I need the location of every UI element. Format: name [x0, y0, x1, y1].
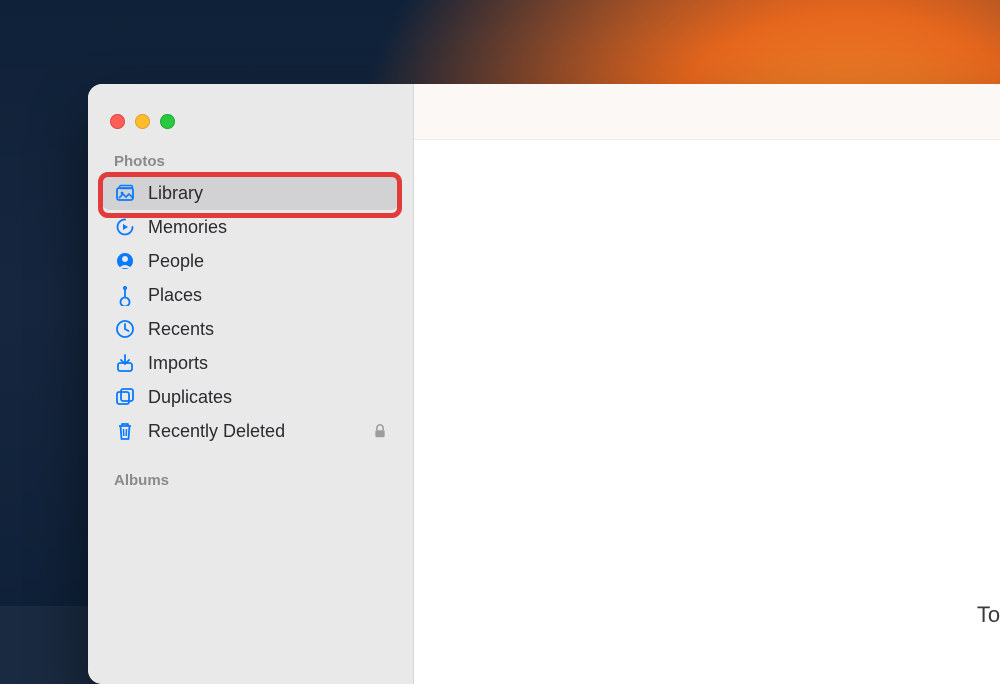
zoom-window-button[interactable] [160, 114, 175, 129]
import-icon [114, 352, 136, 374]
memories-icon [114, 216, 136, 238]
sidebar-item-recents[interactable]: Recents [102, 312, 399, 346]
sidebar-item-label: Places [148, 285, 387, 306]
sidebar-item-library[interactable]: Library [102, 176, 399, 210]
duplicates-icon [114, 386, 136, 408]
content-body: Wel To get starte [414, 140, 1000, 684]
content-pane: Yea Wel To get starte [414, 84, 1000, 684]
window-controls [88, 104, 413, 129]
sidebar: Photos Library Memories People [88, 84, 414, 684]
sidebar-section-label-photos: Photos [88, 129, 413, 176]
trash-icon [114, 420, 136, 442]
sidebar-items-photos: Library Memories People Places [88, 176, 413, 448]
sidebar-item-imports[interactable]: Imports [102, 346, 399, 380]
places-icon [114, 284, 136, 306]
lock-icon [373, 422, 387, 440]
sidebar-item-duplicates[interactable]: Duplicates [102, 380, 399, 414]
sidebar-item-label: Recents [148, 319, 387, 340]
sidebar-item-label: Memories [148, 217, 387, 238]
sidebar-item-label: Duplicates [148, 387, 387, 408]
photos-app-window: Photos Library Memories People [88, 84, 1000, 684]
sidebar-item-label: People [148, 251, 387, 272]
close-window-button[interactable] [110, 114, 125, 129]
sidebar-item-places[interactable]: Places [102, 278, 399, 312]
sidebar-item-people[interactable]: People [102, 244, 399, 278]
sidebar-item-memories[interactable]: Memories [102, 210, 399, 244]
sidebar-section-label-albums: Albums [88, 448, 413, 495]
sidebar-item-label: Library [148, 183, 387, 204]
welcome-heading: Wel [977, 536, 1000, 596]
photo-stack-icon [114, 182, 136, 204]
sidebar-item-label: Imports [148, 353, 387, 374]
minimize-window-button[interactable] [135, 114, 150, 129]
sidebar-item-recently-deleted[interactable]: Recently Deleted [102, 414, 399, 448]
clock-icon [114, 318, 136, 340]
welcome-text: Wel To get starte [977, 536, 1000, 628]
toolbar: Yea [414, 84, 1000, 140]
sidebar-item-label: Recently Deleted [148, 421, 361, 442]
people-icon [114, 250, 136, 272]
